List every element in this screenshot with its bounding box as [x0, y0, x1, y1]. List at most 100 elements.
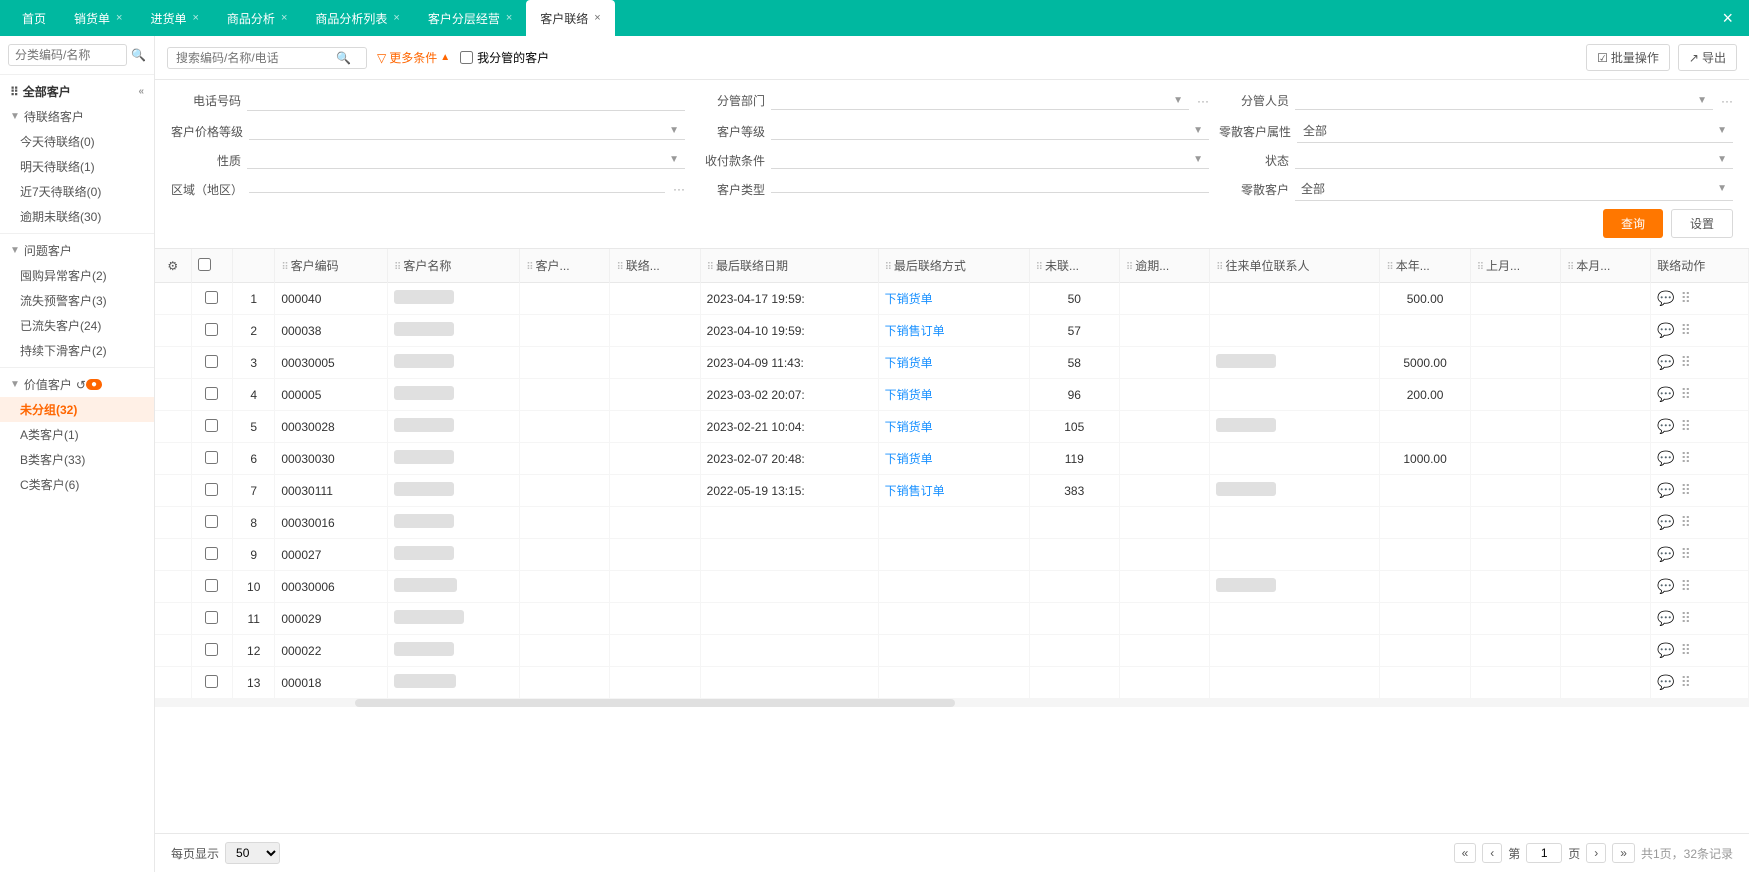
row-checkbox-8[interactable] [205, 547, 218, 560]
tab-purchase[interactable]: 进货单 × [136, 0, 212, 36]
row-checkbox-1[interactable] [205, 323, 218, 336]
dept-select[interactable]: ▼ [771, 92, 1189, 110]
more-icon-9[interactable]: ⠿ [1681, 578, 1691, 595]
more-icon-5[interactable]: ⠿ [1681, 450, 1691, 467]
sidebar-item-overdue-pending[interactable]: 逾期未联络(30) [0, 204, 154, 229]
per-page-select[interactable]: 20 50 100 [225, 842, 280, 864]
th-no-contact[interactable]: ⠿未联... [1029, 249, 1119, 283]
more-icon-10[interactable]: ⠿ [1681, 610, 1691, 627]
row-checkbox-0[interactable] [205, 291, 218, 304]
more-icon-0[interactable]: ⠿ [1681, 290, 1691, 307]
chat-icon-7[interactable]: 💬 [1657, 514, 1674, 531]
row-checkbox-4[interactable] [205, 419, 218, 432]
chat-icon-11[interactable]: 💬 [1657, 642, 1674, 659]
th-this-year[interactable]: ⠿本年... [1380, 249, 1470, 283]
tab-analysis-close[interactable]: × [281, 12, 287, 24]
row-checkbox-9[interactable] [205, 579, 218, 592]
th-last-contact-date[interactable]: ⠿最后联络日期 [700, 249, 878, 283]
more-icon-4[interactable]: ⠿ [1681, 418, 1691, 435]
row-checkbox-6[interactable] [205, 483, 218, 496]
page-input[interactable] [1526, 843, 1562, 863]
th-last-contact-method[interactable]: ⠿最后联络方式 [878, 249, 1029, 283]
chat-icon-6[interactable]: 💬 [1657, 482, 1674, 499]
sidebar-all-customers-header[interactable]: ⠿ 全部客户 « [0, 75, 154, 104]
more-icon-8[interactable]: ⠿ [1681, 546, 1691, 563]
filter-search-icon[interactable]: 🔍 [336, 51, 351, 65]
select-all-checkbox[interactable] [198, 258, 211, 271]
phone-input[interactable] [247, 90, 685, 111]
th-last-month[interactable]: ⠿上月... [1470, 249, 1560, 283]
chat-icon-0[interactable]: 💬 [1657, 290, 1674, 307]
my-customers-checkbox-label[interactable]: 我分管的客户 [460, 49, 549, 66]
next-page-button[interactable]: › [1586, 843, 1606, 863]
sidebar-item-hoarding-anomaly[interactable]: 囤购异常客户(2) [0, 263, 154, 288]
chat-icon-10[interactable]: 💬 [1657, 610, 1674, 627]
sidebar-item-class-a[interactable]: A类客户(1) [0, 422, 154, 447]
more-icon-11[interactable]: ⠿ [1681, 642, 1691, 659]
sidebar-search-icon[interactable]: 🔍 [131, 48, 146, 62]
tab-sales-close[interactable]: × [116, 12, 122, 24]
sidebar-score-group[interactable]: ▼ 价值客户 ↺ ● [0, 372, 154, 397]
price-level-select[interactable]: ▼ [249, 122, 685, 140]
prev-page-button[interactable]: ‹ [1482, 843, 1502, 863]
status-select[interactable]: ▼ [1295, 151, 1733, 169]
dept-ellipsis[interactable]: ··· [1197, 94, 1209, 108]
chat-icon-1[interactable]: 💬 [1657, 322, 1674, 339]
tab-sales[interactable]: 销货单 × [60, 0, 136, 36]
batch-op-button[interactable]: ☑ 批量操作 [1586, 44, 1670, 71]
property-select[interactable]: ▼ [247, 151, 685, 169]
sidebar-item-ungrouped[interactable]: 未分组(32) [0, 397, 154, 422]
row-checkbox-2[interactable] [205, 355, 218, 368]
th-customer-cat[interactable]: ⠿客户... [520, 249, 610, 283]
retail-attr-select[interactable]: 全部 ▼ [1297, 119, 1733, 143]
sidebar-item-7days-pending[interactable]: 近7天待联络(0) [0, 179, 154, 204]
more-conditions-button[interactable]: ▽ 更多条件 ▲ [377, 49, 450, 66]
last-method-link-1[interactable]: 下销售订单 [885, 324, 945, 338]
last-method-link-5[interactable]: 下销货单 [885, 452, 933, 466]
more-icon-7[interactable]: ⠿ [1681, 514, 1691, 531]
row-checkbox-3[interactable] [205, 387, 218, 400]
area-ellipsis[interactable]: ··· [673, 182, 685, 196]
collapse-icon[interactable]: « [138, 86, 144, 97]
sidebar-item-class-b[interactable]: B类客户(33) [0, 447, 154, 472]
first-page-button[interactable]: « [1454, 843, 1477, 863]
row-checkbox-7[interactable] [205, 515, 218, 528]
sidebar-item-tomorrow-pending[interactable]: 明天待联络(1) [0, 154, 154, 179]
row-checkbox-10[interactable] [205, 611, 218, 624]
sidebar-pending-group[interactable]: ▼ 待联络客户 [0, 104, 154, 129]
tab-customer-tier-close[interactable]: × [506, 12, 512, 24]
export-button[interactable]: ↗ 导出 [1678, 44, 1737, 71]
more-icon-6[interactable]: ⠿ [1681, 482, 1691, 499]
tab-customer-tier[interactable]: 客户分层经营 × [414, 0, 526, 36]
sidebar-item-churned[interactable]: 已流失客户(24) [0, 313, 154, 338]
chat-icon-9[interactable]: 💬 [1657, 578, 1674, 595]
tab-customer-contact[interactable]: 客户联络 × [526, 0, 614, 36]
tab-customer-contact-close[interactable]: × [594, 12, 600, 24]
sidebar-problem-group[interactable]: ▼ 问题客户 [0, 238, 154, 263]
person-ellipsis[interactable]: ··· [1721, 94, 1733, 108]
tab-analysis-list[interactable]: 商品分析列表 × [301, 0, 413, 36]
th-overdue[interactable]: ⠿逾期... [1119, 249, 1209, 283]
search-button[interactable]: 查询 [1603, 209, 1663, 238]
sidebar-item-declining[interactable]: 持续下滑客户(2) [0, 338, 154, 363]
more-icon-2[interactable]: ⠿ [1681, 354, 1691, 371]
chat-icon-3[interactable]: 💬 [1657, 386, 1674, 403]
tab-home[interactable]: 首页 [8, 0, 60, 36]
sidebar-item-today-pending[interactable]: 今天待联络(0) [0, 129, 154, 154]
customer-level-select[interactable]: ▼ [771, 122, 1209, 140]
last-method-link-0[interactable]: 下销货单 [885, 292, 933, 306]
refresh-icon[interactable]: ↺ [76, 378, 86, 392]
tab-analysis[interactable]: 商品分析 × [213, 0, 301, 36]
horizontal-scrollbar[interactable] [355, 699, 955, 707]
close-all-tabs-button[interactable]: × [1714, 8, 1741, 29]
row-checkbox-12[interactable] [205, 675, 218, 688]
sidebar-item-churn-warning[interactable]: 流失预警客户(3) [0, 288, 154, 313]
chat-icon-4[interactable]: 💬 [1657, 418, 1674, 435]
more-icon-1[interactable]: ⠿ [1681, 322, 1691, 339]
chat-icon-8[interactable]: 💬 [1657, 546, 1674, 563]
last-method-link-2[interactable]: 下销货单 [885, 356, 933, 370]
my-customers-checkbox[interactable] [460, 51, 473, 64]
retail-customer-select[interactable]: 全部 ▼ [1295, 177, 1733, 201]
row-checkbox-5[interactable] [205, 451, 218, 464]
person-select[interactable]: ▼ [1295, 92, 1713, 110]
